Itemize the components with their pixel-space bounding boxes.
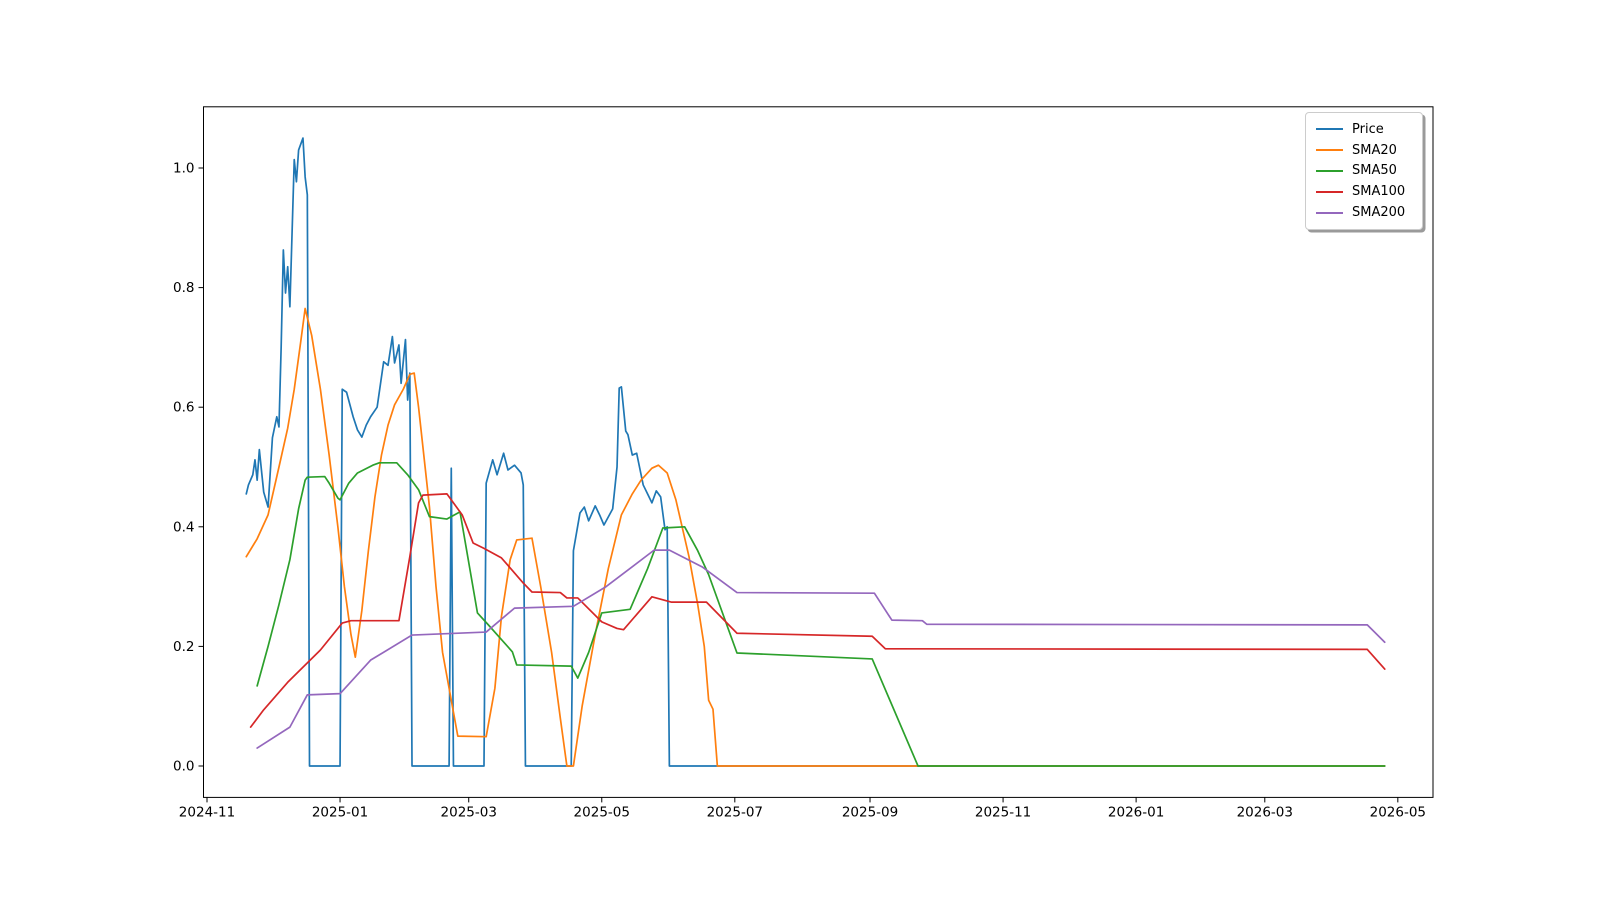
legend-item: SMA20 xyxy=(1316,140,1413,161)
x-tick-label: 2025-05 xyxy=(574,804,630,820)
series-line-sma50 xyxy=(256,461,1386,767)
plot-border xyxy=(203,106,1434,798)
legend-line-sample xyxy=(1316,169,1343,172)
x-tick-label: 2025-07 xyxy=(707,804,763,820)
y-tick-label: 0.2 xyxy=(173,639,194,655)
legend-label: SMA100 xyxy=(1352,184,1406,200)
legend-item: SMA50 xyxy=(1316,161,1413,182)
x-tick-label: 2026-05 xyxy=(1370,804,1426,820)
legend-line-sample xyxy=(1316,149,1343,152)
legend-line-sample xyxy=(1316,211,1343,214)
y-tick-label: 0.0 xyxy=(173,759,194,775)
y-tick-label: 0.8 xyxy=(173,280,194,296)
figure: 2024-11 2025-01 2025-03 2025-05 2025-07 2025-… xyxy=(0,0,1600,900)
legend-label: Price xyxy=(1352,121,1384,137)
series-line-sma100 xyxy=(249,493,1386,728)
x-tick-label: 2025-09 xyxy=(842,804,898,820)
legend-line-sample xyxy=(1316,128,1343,131)
legend-item: SMA100 xyxy=(1316,181,1413,202)
x-tick-label: 2026-01 xyxy=(1108,804,1164,820)
legend-item: SMA200 xyxy=(1316,202,1413,223)
legend-item: Price xyxy=(1316,119,1413,140)
y-tick-label: 0.6 xyxy=(173,400,194,416)
legend: Price SMA20 SMA50 SMA100 SMA200 xyxy=(1305,112,1423,230)
legend-label: SMA50 xyxy=(1352,163,1397,179)
x-tick-label: 2025-11 xyxy=(975,804,1031,820)
y-tick-label: 1.0 xyxy=(173,161,194,177)
x-tick-label: 2026-03 xyxy=(1237,804,1293,820)
x-tick-label: 2025-03 xyxy=(441,804,497,820)
series-line-sma20 xyxy=(245,307,1386,767)
legend-label: SMA200 xyxy=(1352,205,1406,221)
series-line-price xyxy=(245,137,1386,767)
legend-line-sample xyxy=(1316,190,1343,193)
x-tick-label: 2025-01 xyxy=(312,804,368,820)
x-tick-label: 2024-11 xyxy=(179,804,235,820)
legend-label: SMA20 xyxy=(1352,142,1397,158)
y-tick-label: 0.4 xyxy=(173,519,194,535)
